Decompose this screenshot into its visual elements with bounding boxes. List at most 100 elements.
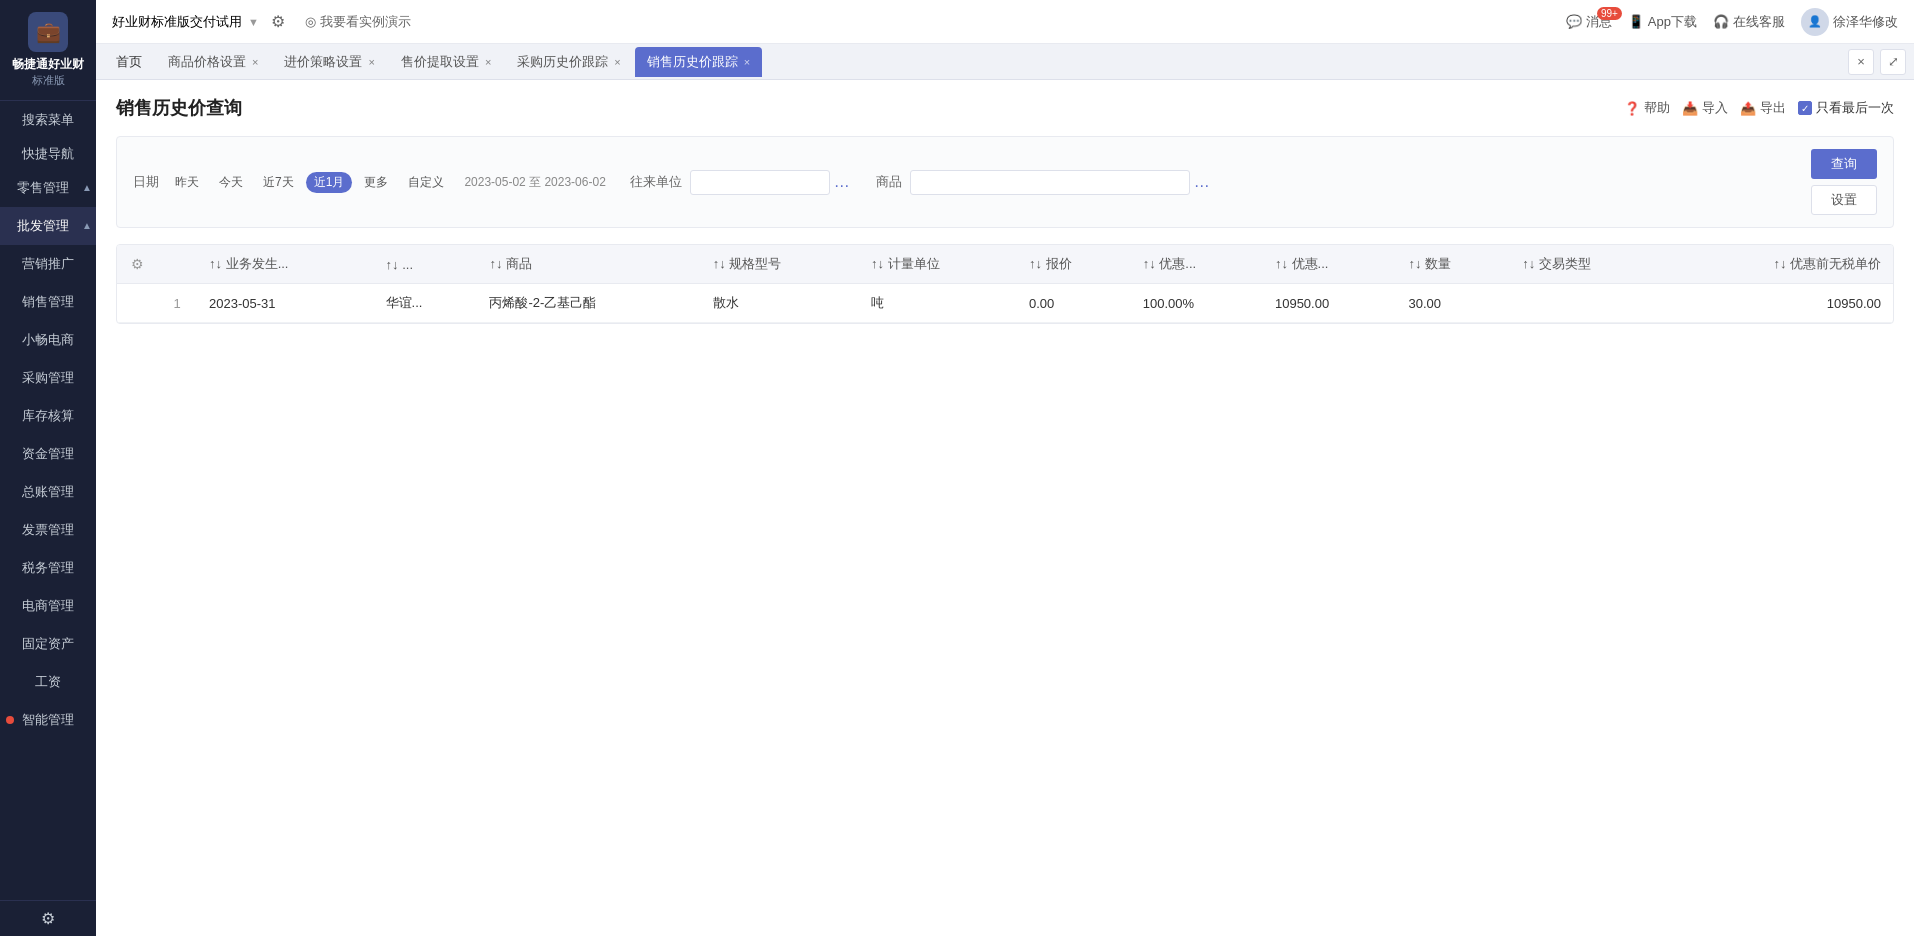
sidebar-item-fixed-assets[interactable]: 固定资产 — [0, 625, 96, 663]
row-product-cell: 丙烯酸-2-乙基己酯 — [477, 284, 700, 323]
import-link[interactable]: 📥 导入 — [1682, 99, 1728, 117]
tab-home[interactable]: 首页 — [104, 47, 154, 77]
col-trade-type[interactable]: ↑↓ 交易类型 — [1510, 245, 1668, 284]
topbar-settings-icon[interactable]: ⚙ — [271, 12, 285, 31]
tab-purchase-history[interactable]: 采购历史价跟踪 × — [505, 47, 632, 77]
sidebar-item-purchase[interactable]: 采购管理 — [0, 359, 96, 397]
tab-price-setting-close[interactable]: × — [252, 56, 258, 68]
import-icon: 📥 — [1682, 101, 1698, 116]
row-discount1-cell: 100.00% — [1131, 284, 1263, 323]
demo-icon: ◎ — [305, 14, 316, 29]
table-header-row: ⚙ ↑↓ 业务发生... ↑↓ ... — [117, 245, 1893, 284]
tab-sale-price[interactable]: 售价提取设置 × — [389, 47, 503, 77]
row-biz-date-cell: 2023-05-31 — [197, 284, 374, 323]
sidebar-item-invoice[interactable]: 发票管理 — [0, 511, 96, 549]
col-extra[interactable]: ↑↓ ... — [374, 245, 478, 284]
tab-purchase-strategy[interactable]: 进价策略设置 × — [272, 47, 386, 77]
column-settings-icon[interactable]: ⚙ — [131, 256, 144, 272]
col-product[interactable]: ↑↓ 商品 — [477, 245, 700, 284]
page-actions: ❓ 帮助 📥 导入 📤 导出 只看最后一次 — [1624, 99, 1894, 117]
row-quantity-cell: 30.00 — [1396, 284, 1510, 323]
online-service-button[interactable]: 🎧 在线客服 — [1713, 13, 1785, 31]
sidebar: 💼 畅捷通好业财 标准版 搜索菜单 快捷导航 零售管理 ▲ 批发管理 ▲ 营销推… — [0, 0, 96, 936]
product-search-dots[interactable]: … — [1194, 173, 1212, 191]
sidebar-search[interactable]: 搜索菜单 — [0, 101, 96, 139]
sidebar-item-ecommerce[interactable]: 电商管理 — [0, 587, 96, 625]
sidebar-quick-nav[interactable]: 快捷导航 — [0, 139, 96, 169]
sidebar-item-payroll[interactable]: 工资 — [0, 663, 96, 701]
tab-price-setting[interactable]: 商品价格设置 × — [156, 47, 270, 77]
date-btn-yesterday[interactable]: 昨天 — [167, 172, 207, 193]
app-download-button[interactable]: 📱 App下载 — [1628, 13, 1697, 31]
tab-sale-history[interactable]: 销售历史价跟踪 × — [635, 47, 762, 77]
date-shortcuts: 昨天 今天 近7天 近1月 更多 自定义 — [167, 172, 452, 193]
date-btn-last7[interactable]: 近7天 — [255, 172, 302, 193]
date-btn-custom[interactable]: 自定义 — [400, 172, 452, 193]
demo-button[interactable]: ◎ 我要看实例演示 — [305, 13, 411, 31]
tab-sale-price-close[interactable]: × — [485, 56, 491, 68]
module-selector[interactable]: 好业财标准版交付试用 ▼ — [112, 13, 259, 31]
product-label: 商品 — [876, 173, 902, 191]
date-btn-last1m[interactable]: 近1月 — [306, 172, 353, 193]
sidebar-item-finance[interactable]: 资金管理 — [0, 435, 96, 473]
user-menu-button[interactable]: 👤 徐泽华修改 — [1801, 8, 1898, 36]
tab-maximize-button[interactable]: ⤢ — [1880, 49, 1906, 75]
partner-search-dots[interactable]: … — [834, 173, 852, 191]
topbar: 好业财标准版交付试用 ▼ ⚙ ◎ 我要看实例演示 💬 消息 99+ 📱 App下… — [96, 0, 1914, 44]
only-last-checkbox-label[interactable]: 只看最后一次 — [1798, 99, 1894, 117]
sidebar-item-ecommerce-small[interactable]: 小畅电商 — [0, 321, 96, 359]
sidebar-item-retail[interactable]: 零售管理 ▲ — [0, 169, 96, 207]
sidebar-item-marketing[interactable]: 营销推广 — [0, 245, 96, 283]
sidebar-item-wholesale[interactable]: 批发管理 ▲ — [0, 207, 96, 245]
row-partner-cell: 华谊... — [374, 284, 478, 323]
col-price[interactable]: ↑↓ 报价 — [1017, 245, 1131, 284]
col-pretax-price[interactable]: ↑↓ 优惠前无税单价 — [1668, 245, 1893, 284]
only-last-checkbox[interactable] — [1798, 101, 1812, 115]
sidebar-item-smart[interactable]: 智能管理 — [0, 701, 96, 739]
table-row: 1 2023-05-31 华谊... 丙烯酸-2-乙基己酯 散水 吨 0.00 … — [117, 284, 1893, 323]
module-arrow-icon: ▼ — [248, 16, 259, 28]
smart-dot-indicator — [6, 716, 14, 724]
settings-button[interactable]: 设置 — [1811, 185, 1877, 215]
messages-button[interactable]: 💬 消息 99+ — [1566, 13, 1612, 31]
app-icon: 💼 — [28, 12, 68, 52]
sidebar-bottom: ⚙ — [0, 900, 96, 936]
headset-icon: 🎧 — [1713, 14, 1729, 29]
col-discount2[interactable]: ↑↓ 优惠... — [1263, 245, 1397, 284]
tab-sale-history-close[interactable]: × — [744, 56, 750, 68]
sidebar-item-sales[interactable]: 销售管理 — [0, 283, 96, 321]
col-biz-date[interactable]: ↑↓ 业务发生... — [197, 245, 374, 284]
filter-actions: 查询 设置 — [1811, 149, 1877, 215]
date-btn-today[interactable]: 今天 — [211, 172, 251, 193]
col-settings: ⚙ — [117, 245, 157, 284]
settings-icon[interactable]: ⚙ — [41, 910, 55, 927]
row-trade-type-cell — [1510, 284, 1668, 323]
data-table: ⚙ ↑↓ 业务发生... ↑↓ ... — [117, 245, 1893, 323]
sidebar-item-inventory[interactable]: 库存核算 — [0, 397, 96, 435]
query-button[interactable]: 查询 — [1811, 149, 1877, 179]
sidebar-item-general-ledger[interactable]: 总账管理 — [0, 473, 96, 511]
row-discount2-cell: 10950.00 — [1263, 284, 1397, 323]
row-spec-cell: 散水 — [701, 284, 859, 323]
col-quantity[interactable]: ↑↓ 数量 — [1396, 245, 1510, 284]
date-label: 日期 — [133, 173, 159, 191]
date-filter-group: 日期 昨天 今天 近7天 近1月 更多 自定义 2023-05-02 至 202… — [133, 172, 606, 193]
partner-input-group: … — [690, 170, 852, 195]
sidebar-item-tax[interactable]: 税务管理 — [0, 549, 96, 587]
product-input[interactable] — [910, 170, 1190, 195]
partner-input[interactable] — [690, 170, 830, 195]
sidebar-logo: 💼 畅捷通好业财 标准版 — [0, 0, 96, 101]
product-filter-group: 商品 … — [876, 170, 1212, 195]
col-spec[interactable]: ↑↓ 规格型号 — [701, 245, 859, 284]
tab-purchase-history-close[interactable]: × — [614, 56, 620, 68]
help-link[interactable]: ❓ 帮助 — [1624, 99, 1670, 117]
export-link[interactable]: 📤 导出 — [1740, 99, 1786, 117]
page-title: 销售历史价查询 — [116, 96, 242, 120]
tabs-right-controls: × ⤢ — [1848, 49, 1906, 75]
col-discount1[interactable]: ↑↓ 优惠... — [1131, 245, 1263, 284]
col-unit[interactable]: ↑↓ 计量单位 — [859, 245, 1017, 284]
date-btn-more[interactable]: 更多 — [356, 172, 396, 193]
tab-purchase-strategy-close[interactable]: × — [368, 56, 374, 68]
row-num-cell: 1 — [157, 284, 197, 323]
tab-close-button[interactable]: × — [1848, 49, 1874, 75]
